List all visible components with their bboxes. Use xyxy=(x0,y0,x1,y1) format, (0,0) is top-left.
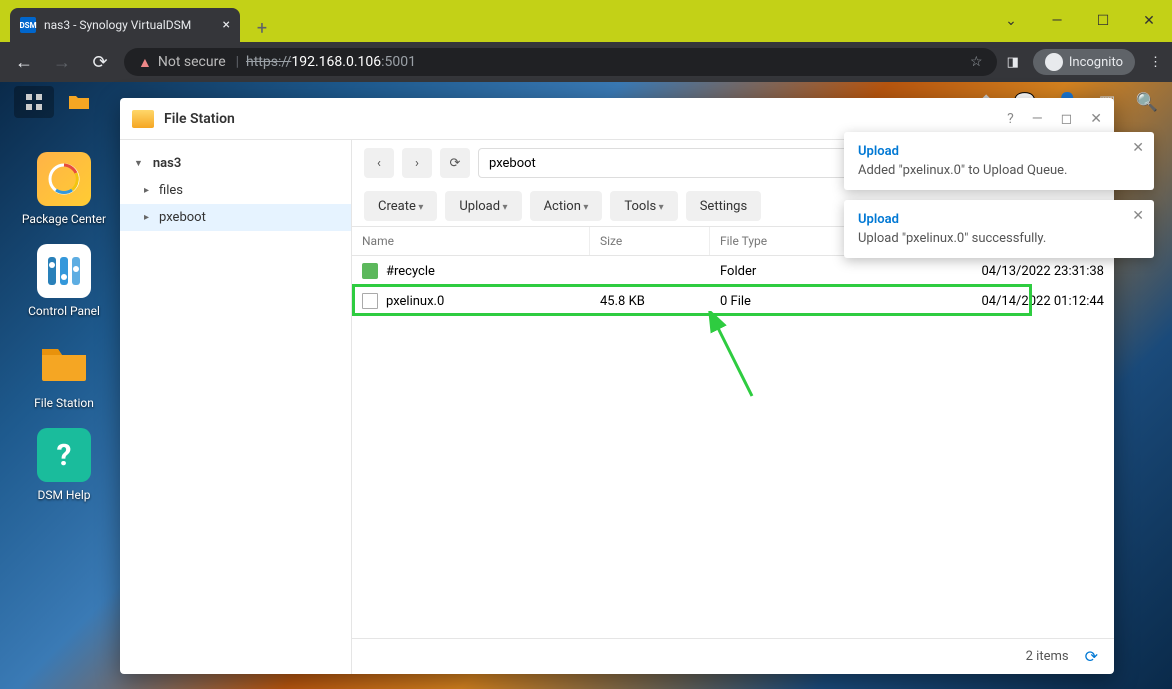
upload-button[interactable]: Upload xyxy=(445,191,521,221)
browser-tab[interactable]: DSM nas3 - Synology VirtualDSM × xyxy=(10,8,240,42)
favicon-icon: DSM xyxy=(20,17,36,33)
new-tab-button[interactable]: + xyxy=(248,14,276,42)
url-scheme: https:// xyxy=(246,54,291,70)
tab-title: nas3 - Synology VirtualDSM xyxy=(44,18,217,32)
file-icon xyxy=(362,293,378,309)
icon-label: DSM Help xyxy=(37,488,90,502)
recycle-icon xyxy=(362,263,378,279)
nav-forward-button[interactable]: › xyxy=(402,148,432,178)
extensions-icon[interactable]: ◨ xyxy=(1007,55,1019,70)
browser-tab-strip: DSM nas3 - Synology VirtualDSM × + ⌄ — ☐… xyxy=(0,0,1172,42)
not-secure-label: Not secure xyxy=(158,54,226,70)
notification-title: Upload xyxy=(858,144,1140,159)
tools-button[interactable]: Tools xyxy=(610,191,677,221)
window-controls: ⌄ — ☐ ✕ xyxy=(988,0,1172,42)
table-row[interactable]: #recycle Folder 04/13/2022 23:31:38 xyxy=(352,256,1114,286)
incognito-badge[interactable]: Incognito xyxy=(1033,49,1135,75)
tree-root[interactable]: nas3 xyxy=(120,150,351,177)
file-station-icon xyxy=(37,336,91,390)
desktop-icons: Package Center Control Panel File Statio… xyxy=(14,82,114,502)
browser-menu-icon[interactable]: ⋮ xyxy=(1149,55,1162,70)
tree-item-files[interactable]: files xyxy=(120,177,351,204)
tree-item-pxeboot[interactable]: pxeboot xyxy=(120,204,351,231)
col-type[interactable]: File Type xyxy=(710,227,860,255)
col-size[interactable]: Size xyxy=(590,227,710,255)
status-bar: 2 items ⟳ xyxy=(352,638,1114,674)
item-count: 2 items xyxy=(1026,649,1069,664)
close-button[interactable]: ✕ xyxy=(1090,111,1102,127)
create-button[interactable]: Create xyxy=(364,191,437,221)
browser-toolbar: ← → ⟳ ▲ Not secure | https:// 192.168.0.… xyxy=(0,42,1172,82)
notification-message: Upload "pxelinux.0" successfully. xyxy=(858,231,1140,246)
desktop-icon-control-panel[interactable]: Control Panel xyxy=(19,244,109,318)
close-icon[interactable]: ✕ xyxy=(1132,208,1144,224)
notification-message: Added "pxelinux.0" to Upload Queue. xyxy=(858,163,1140,178)
package-center-icon xyxy=(37,152,91,206)
desktop-icon-dsm-help[interactable]: ? DSM Help xyxy=(19,428,109,502)
chevron-down-icon[interactable]: ⌄ xyxy=(988,13,1034,29)
window-title: File Station xyxy=(164,111,235,127)
url-port: :5001 xyxy=(381,54,416,70)
forward-button[interactable]: → xyxy=(48,52,76,73)
col-name[interactable]: Name xyxy=(352,227,590,255)
security-indicator[interactable]: ▲ Not secure xyxy=(138,54,226,71)
folder-icon xyxy=(132,110,154,128)
bookmark-icon[interactable]: ☆ xyxy=(970,54,983,70)
refresh-icon[interactable]: ⟳ xyxy=(1085,647,1098,666)
settings-button[interactable]: Settings xyxy=(686,191,761,221)
table-row[interactable]: pxelinux.0 45.8 KB 0 File 04/14/2022 01:… xyxy=(352,286,1114,316)
back-button[interactable]: ← xyxy=(10,52,38,73)
maximize-button[interactable]: ◻ xyxy=(1061,111,1073,127)
file-rows: #recycle Folder 04/13/2022 23:31:38 pxel… xyxy=(352,256,1114,638)
control-panel-icon xyxy=(37,244,91,298)
incognito-icon xyxy=(1045,53,1063,71)
desktop-icon-file-station[interactable]: File Station xyxy=(19,336,109,410)
desktop-icon-package-center[interactable]: Package Center xyxy=(19,152,109,226)
search-icon[interactable]: 🔍 xyxy=(1136,92,1158,113)
action-button[interactable]: Action xyxy=(530,191,603,221)
annotation-arrow xyxy=(702,311,762,401)
icon-label: File Station xyxy=(34,396,94,410)
minimize-button[interactable]: — xyxy=(1032,111,1043,127)
minimize-icon[interactable]: — xyxy=(1034,13,1080,29)
close-icon[interactable]: ✕ xyxy=(1132,140,1144,156)
help-button[interactable]: ? xyxy=(1007,111,1014,127)
warning-icon: ▲ xyxy=(138,54,152,71)
dsm-desktop: ⬆ 💬 👤 ▦ 🔍 Package Center Control Panel F… xyxy=(0,82,1172,689)
icon-label: Control Panel xyxy=(28,304,100,318)
nav-refresh-button[interactable]: ⟳ xyxy=(440,148,470,178)
nav-back-button[interactable]: ‹ xyxy=(364,148,394,178)
notification-toast: ✕ Upload Added "pxelinux.0" to Upload Qu… xyxy=(844,132,1154,190)
address-bar[interactable]: ▲ Not secure | https:// 192.168.0.106 :5… xyxy=(124,48,997,76)
notification-toast: ✕ Upload Upload "pxelinux.0" successfull… xyxy=(844,200,1154,258)
icon-label: Package Center xyxy=(22,212,106,226)
notification-title: Upload xyxy=(858,212,1140,227)
help-icon: ? xyxy=(37,428,91,482)
reload-button[interactable]: ⟳ xyxy=(86,52,114,73)
folder-tree: nas3 files pxeboot xyxy=(120,140,352,674)
close-tab-icon[interactable]: × xyxy=(223,17,230,33)
close-icon[interactable]: ✕ xyxy=(1126,13,1172,29)
url-host: 192.168.0.106 xyxy=(291,54,381,70)
maximize-icon[interactable]: ☐ xyxy=(1080,13,1126,29)
